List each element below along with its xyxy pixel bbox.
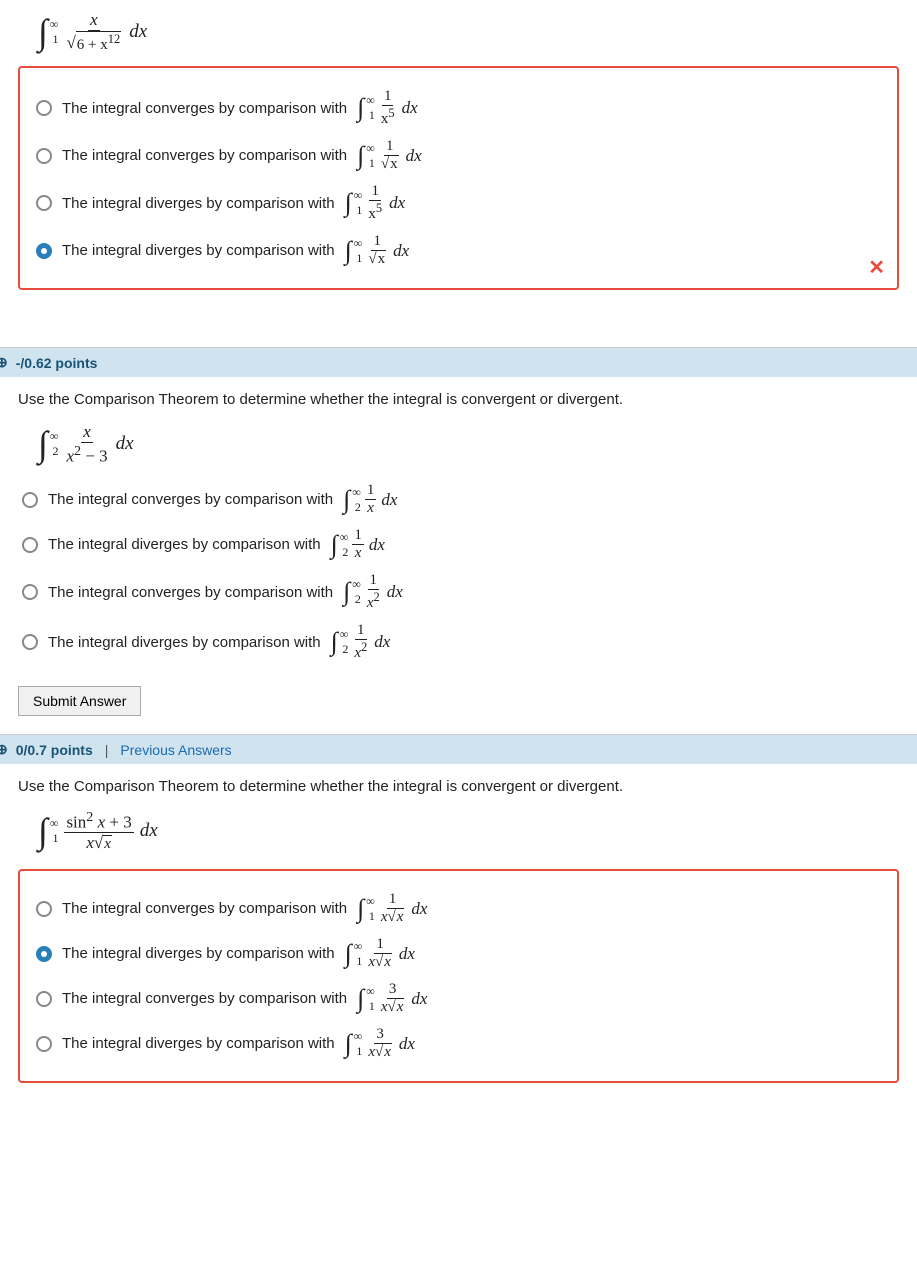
option-3a-integral: ∫ ∞ 1 1 x√x dx [357, 891, 427, 926]
option-3c-integral: ∫ ∞ 1 3 x√x dx [357, 981, 427, 1016]
radio-1d[interactable] [36, 243, 52, 259]
option-3c-text: The integral converges by comparison wit… [62, 990, 347, 1007]
integral-sym-3: ∫ [38, 813, 48, 849]
section3: ⊕ 0/0.7 points | Previous Answers Use th… [0, 735, 917, 1111]
section2-body: Use the Comparison Theorem to determine … [0, 389, 917, 734]
radio-1c[interactable] [36, 195, 52, 211]
option-2a-integral: ∫ ∞ 2 1 x dx [343, 482, 397, 517]
section3-option-c[interactable]: The integral converges by comparison wit… [36, 981, 881, 1016]
option-2d-text: The integral diverges by comparison with [48, 634, 321, 651]
integral-symbol: ∫ [38, 14, 48, 50]
section1-integral: ∫ ∞ 1 x √6 + x12 dx [38, 10, 899, 54]
option-1c-text: The integral diverges by comparison with [62, 195, 335, 212]
section3-question: Use the Comparison Theorem to determine … [18, 776, 899, 799]
section1-option-a[interactable]: The integral converges by comparison wit… [36, 88, 881, 128]
wrong-mark: ✕ [868, 255, 885, 280]
option-2a-text: The integral converges by comparison wit… [48, 491, 333, 508]
option-2d-integral: ∫ ∞ 2 1 x2 dx [331, 622, 391, 662]
section2-question: Use the Comparison Theorem to determine … [18, 389, 899, 412]
section3-options-box: The integral converges by comparison wit… [18, 869, 899, 1083]
option-2c-text: The integral converges by comparison wit… [48, 584, 333, 601]
section1-option-c[interactable]: The integral diverges by comparison with… [36, 183, 881, 223]
section3-option-a[interactable]: The integral converges by comparison wit… [36, 891, 881, 926]
radio-3d[interactable] [36, 1036, 52, 1052]
section1-option-b[interactable]: The integral converges by comparison wit… [36, 138, 881, 173]
spacer1 [0, 318, 917, 348]
section3-option-b[interactable]: The integral diverges by comparison with… [36, 936, 881, 971]
section2-points: -/0.62 points [16, 355, 98, 371]
section3-header: ⊕ 0/0.7 points | Previous Answers [0, 735, 917, 764]
option-2c-integral: ∫ ∞ 2 1 x2 dx [343, 572, 403, 612]
previous-answers-link[interactable]: Previous Answers [120, 742, 231, 758]
section2-submit-row: Submit Answer [18, 676, 899, 716]
radio-3a[interactable] [36, 901, 52, 917]
section3-points: 0/0.7 points [16, 742, 93, 758]
pipe-separator: | [105, 742, 109, 758]
option-1b-integral: ∫ ∞ 1 1 √x dx [357, 138, 421, 173]
integral-sym-2: ∫ [38, 426, 48, 462]
option-3d-integral: ∫ ∞ 1 3 x√x dx [345, 1026, 415, 1061]
section2-integral: ∫ ∞ 2 x x2 − 3 dx [38, 422, 899, 467]
option-3b-text: The integral diverges by comparison with [62, 945, 335, 962]
section2-option-d[interactable]: The integral diverges by comparison with… [22, 622, 899, 662]
section2-options: The integral converges by comparison wit… [18, 482, 899, 662]
section3-integral: ∫ ∞ 1 sin2 x + 3 x√x dx [38, 809, 899, 854]
option-1a-text: The integral converges by comparison wit… [62, 100, 347, 117]
section1: ∫ ∞ 1 x √6 + x12 dx Th [0, 0, 917, 318]
section2-option-c[interactable]: The integral converges by comparison wit… [22, 572, 899, 612]
option-1d-text: The integral diverges by comparison with [62, 242, 335, 259]
section2-option-b[interactable]: The integral diverges by comparison with… [22, 527, 899, 562]
radio-3b[interactable] [36, 946, 52, 962]
option-1b-text: The integral converges by comparison wit… [62, 147, 347, 164]
radio-2a[interactable] [22, 492, 38, 508]
plus-icon: ⊕ [0, 354, 8, 371]
option-2b-text: The integral diverges by comparison with [48, 536, 321, 553]
section3-option-d[interactable]: The integral diverges by comparison with… [36, 1026, 881, 1061]
option-1c-integral: ∫ ∞ 1 1 x5 dx [345, 183, 405, 223]
option-1d-integral: ∫ ∞ 1 1 √x dx [345, 233, 409, 268]
section2-header: ⊕ -/0.62 points [0, 348, 917, 377]
section1-option-d[interactable]: The integral diverges by comparison with… [36, 233, 881, 268]
submit-answer-button[interactable]: Submit Answer [18, 686, 141, 716]
option-3b-integral: ∫ ∞ 1 1 x√x dx [345, 936, 415, 971]
radio-2d[interactable] [22, 634, 38, 650]
radio-2c[interactable] [22, 584, 38, 600]
section2: ⊕ -/0.62 points Use the Comparison Theor… [0, 348, 917, 734]
option-2b-integral: ∫ ∞ 2 1 x dx [331, 527, 385, 562]
option-1a-integral: ∫ ∞ 1 1 x5 dx [357, 88, 417, 128]
option-3d-text: The integral diverges by comparison with [62, 1035, 335, 1052]
section2-option-a[interactable]: The integral converges by comparison wit… [22, 482, 899, 517]
radio-1a[interactable] [36, 100, 52, 116]
section3-body: Use the Comparison Theorem to determine … [0, 776, 917, 1111]
option-3a-text: The integral converges by comparison wit… [62, 900, 347, 917]
plus-icon-3: ⊕ [0, 741, 8, 758]
radio-1b[interactable] [36, 148, 52, 164]
section1-options-box: The integral converges by comparison wit… [18, 66, 899, 290]
radio-3c[interactable] [36, 991, 52, 1007]
radio-2b[interactable] [22, 537, 38, 553]
